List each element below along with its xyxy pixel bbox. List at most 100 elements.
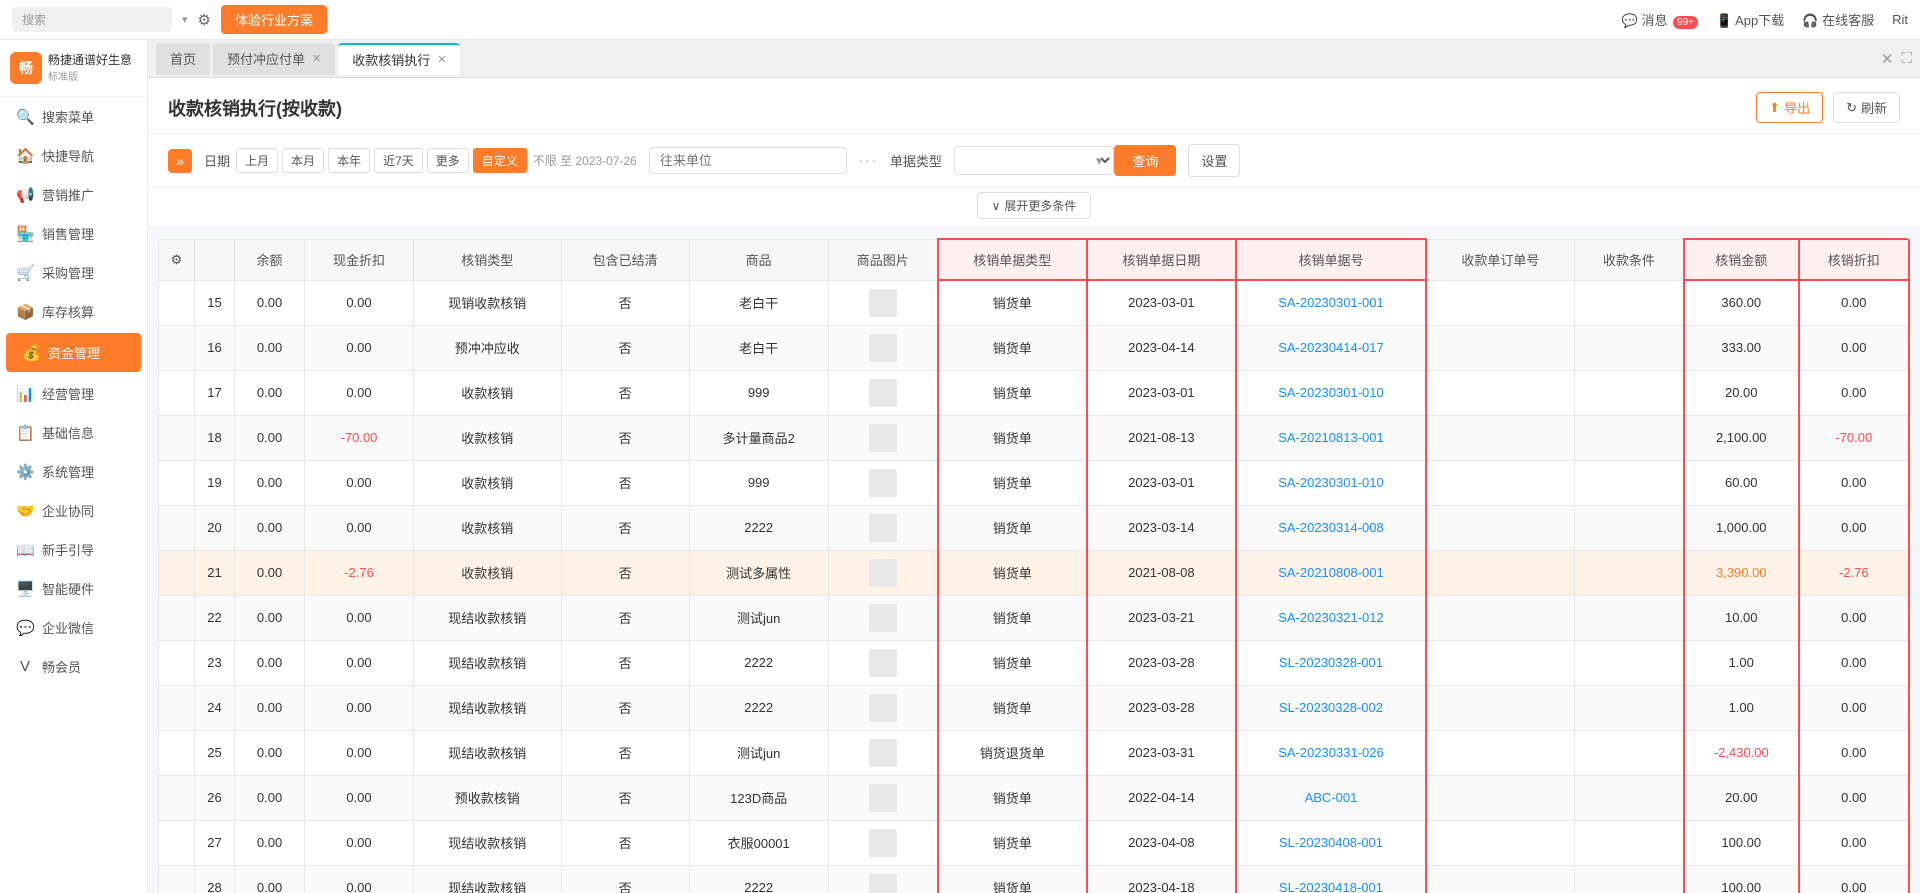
td-row-settings[interactable]: [159, 370, 195, 415]
td-verify-bill-no[interactable]: SL-20230408-001: [1236, 820, 1426, 865]
verify-bill-no-link[interactable]: SA-20210813-001: [1278, 430, 1384, 445]
tab-prepay[interactable]: 预付冲应付单✕: [213, 43, 335, 75]
td-verify-bill-no[interactable]: SA-20230414-017: [1236, 325, 1426, 370]
tab-close-icon[interactable]: ✕: [312, 52, 321, 65]
td-goods-image: [828, 595, 938, 640]
td-verify-bill-no[interactable]: SA-20210808-001: [1236, 550, 1426, 595]
td-verify-bill-no[interactable]: SL-20230418-001: [1236, 865, 1426, 893]
bill-type-select[interactable]: [954, 146, 1114, 175]
td-seq: 17: [195, 370, 235, 415]
td-row-settings[interactable]: [159, 595, 195, 640]
date-btn-last-month[interactable]: 上月: [236, 148, 278, 173]
td-row-settings[interactable]: [159, 820, 195, 865]
verify-bill-no-link[interactable]: SA-20230301-010: [1278, 475, 1384, 490]
verify-bill-no-link[interactable]: SA-20230331-026: [1278, 745, 1384, 760]
sidebar-item-sales[interactable]: 🏪销售管理: [0, 214, 147, 253]
td-verify-bill-no[interactable]: SL-20230328-001: [1236, 640, 1426, 685]
td-collect-condition: [1574, 280, 1684, 325]
verify-bill-no-link[interactable]: SL-20230418-001: [1279, 880, 1383, 893]
table-row: 160.000.00预冲冲应收否老白干销货单2023-04-14SA-20230…: [159, 325, 1910, 370]
sidebar-item-business[interactable]: 📊经营管理: [0, 374, 147, 413]
td-row-settings[interactable]: [159, 685, 195, 730]
td-verify-bill-no[interactable]: SA-20230314-008: [1236, 505, 1426, 550]
expand-window-icon[interactable]: ⛶: [1901, 50, 1912, 67]
search-input[interactable]: 搜索: [12, 7, 172, 32]
sidebar-item-inventory[interactable]: 📦库存核算: [0, 292, 147, 331]
sidebar-item-enterprise[interactable]: 🤝企业协同: [0, 491, 147, 530]
date-btn-more[interactable]: 更多: [427, 148, 469, 173]
gear-icon[interactable]: ⚙: [198, 11, 211, 29]
td-verify-amount: 10.00: [1684, 595, 1799, 640]
hardware-icon: 🖥️: [16, 580, 34, 598]
sidebar-item-system[interactable]: ⚙️系统管理: [0, 452, 147, 491]
query-button[interactable]: 查询: [1114, 145, 1176, 176]
verify-bill-no-link[interactable]: SA-20230321-012: [1278, 610, 1384, 625]
date-btn-this-month[interactable]: 本月: [282, 148, 324, 173]
td-verify-discount: -70.00: [1799, 415, 1909, 460]
date-btn-7days[interactable]: 近7天: [374, 148, 423, 173]
message-area[interactable]: 💬 消息 99+: [1622, 10, 1698, 29]
td-row-settings[interactable]: [159, 775, 195, 820]
verify-bill-no-link[interactable]: SL-20230328-002: [1279, 700, 1383, 715]
td-verify-discount: 0.00: [1799, 325, 1909, 370]
td-row-settings[interactable]: [159, 505, 195, 550]
refresh-button[interactable]: ↻ 刷新: [1833, 92, 1900, 123]
sidebar-item-marketing[interactable]: 📢营销推广: [0, 175, 147, 214]
verify-bill-no-link[interactable]: SA-20230414-017: [1278, 340, 1384, 355]
td-cash-discount: 0.00: [305, 505, 414, 550]
verify-bill-no-link[interactable]: SA-20230301-001: [1278, 295, 1384, 310]
sidebar-item-finance[interactable]: 💰资金管理: [6, 333, 141, 372]
close-window-icon[interactable]: ✕: [1881, 50, 1894, 68]
verify-bill-no-link[interactable]: SL-20230408-001: [1279, 835, 1383, 850]
sidebar-item-basic[interactable]: 📋基础信息: [0, 413, 147, 452]
date-btn-this-year[interactable]: 本年: [328, 148, 370, 173]
sidebar-item-search[interactable]: 🔍搜索菜单: [0, 97, 147, 136]
export-button[interactable]: ⬆ 导出: [1756, 92, 1823, 123]
app-download[interactable]: 📱 App下载: [1716, 10, 1784, 29]
th-settings[interactable]: ⚙: [159, 239, 195, 280]
user-area[interactable]: Rit: [1892, 12, 1908, 27]
verify-bill-no-link[interactable]: SA-20230314-008: [1278, 520, 1384, 535]
td-verify-bill-no[interactable]: ABC-001: [1236, 775, 1426, 820]
settings-button[interactable]: 设置: [1188, 144, 1240, 177]
sidebar-item-wechat[interactable]: 💬企业微信: [0, 608, 147, 647]
td-row-settings[interactable]: [159, 325, 195, 370]
verify-bill-no-link[interactable]: SA-20230301-010: [1278, 385, 1384, 400]
business-icon: 📊: [16, 385, 34, 403]
td-verify-bill-no[interactable]: SA-20230321-012: [1236, 595, 1426, 640]
td-verify-bill-no[interactable]: SA-20230301-001: [1236, 280, 1426, 325]
sidebar-item-shortcuts[interactable]: 🏠快捷导航: [0, 136, 147, 175]
sidebar-item-guide[interactable]: 📖新手引导: [0, 530, 147, 569]
td-goods: 老白干: [689, 325, 828, 370]
td-row-settings[interactable]: [159, 865, 195, 893]
sidebar-item-purchase[interactable]: 🛒采购管理: [0, 253, 147, 292]
td-seq: 22: [195, 595, 235, 640]
td-verify-bill-no[interactable]: SL-20230328-002: [1236, 685, 1426, 730]
tab-collection[interactable]: 收款核销执行✕: [338, 43, 460, 75]
sidebar-item-hardware[interactable]: 🖥️智能硬件: [0, 569, 147, 608]
sidebar-item-label: 新手引导: [42, 540, 94, 559]
verify-bill-no-link[interactable]: SA-20210808-001: [1278, 565, 1384, 580]
expand-more-button[interactable]: ∨ 展开更多条件: [977, 192, 1092, 219]
trial-button[interactable]: 体验行业方案: [221, 5, 327, 34]
td-row-settings[interactable]: [159, 415, 195, 460]
td-row-settings[interactable]: [159, 460, 195, 505]
verify-bill-no-link[interactable]: ABC-001: [1305, 790, 1358, 805]
supplier-input[interactable]: [649, 147, 847, 174]
td-verify-bill-no[interactable]: SA-20230301-010: [1236, 460, 1426, 505]
td-row-settings[interactable]: [159, 280, 195, 325]
td-row-settings[interactable]: [159, 550, 195, 595]
filter-expand-button[interactable]: »: [168, 149, 192, 173]
tab-close-icon[interactable]: ✕: [437, 53, 446, 66]
td-verify-bill-no[interactable]: SA-20210813-001: [1236, 415, 1426, 460]
td-verify-bill-no[interactable]: SA-20230331-026: [1236, 730, 1426, 775]
tab-home[interactable]: 首页: [156, 43, 210, 75]
td-row-settings[interactable]: [159, 640, 195, 685]
date-btn-custom[interactable]: 自定义: [473, 148, 527, 173]
td-verify-bill-no[interactable]: SA-20230301-010: [1236, 370, 1426, 415]
sidebar-item-member[interactable]: V畅会员: [0, 647, 147, 686]
td-included-settled: 否: [561, 325, 689, 370]
online-service[interactable]: 🎧 在线客服: [1802, 10, 1874, 29]
verify-bill-no-link[interactable]: SL-20230328-001: [1279, 655, 1383, 670]
td-row-settings[interactable]: [159, 730, 195, 775]
